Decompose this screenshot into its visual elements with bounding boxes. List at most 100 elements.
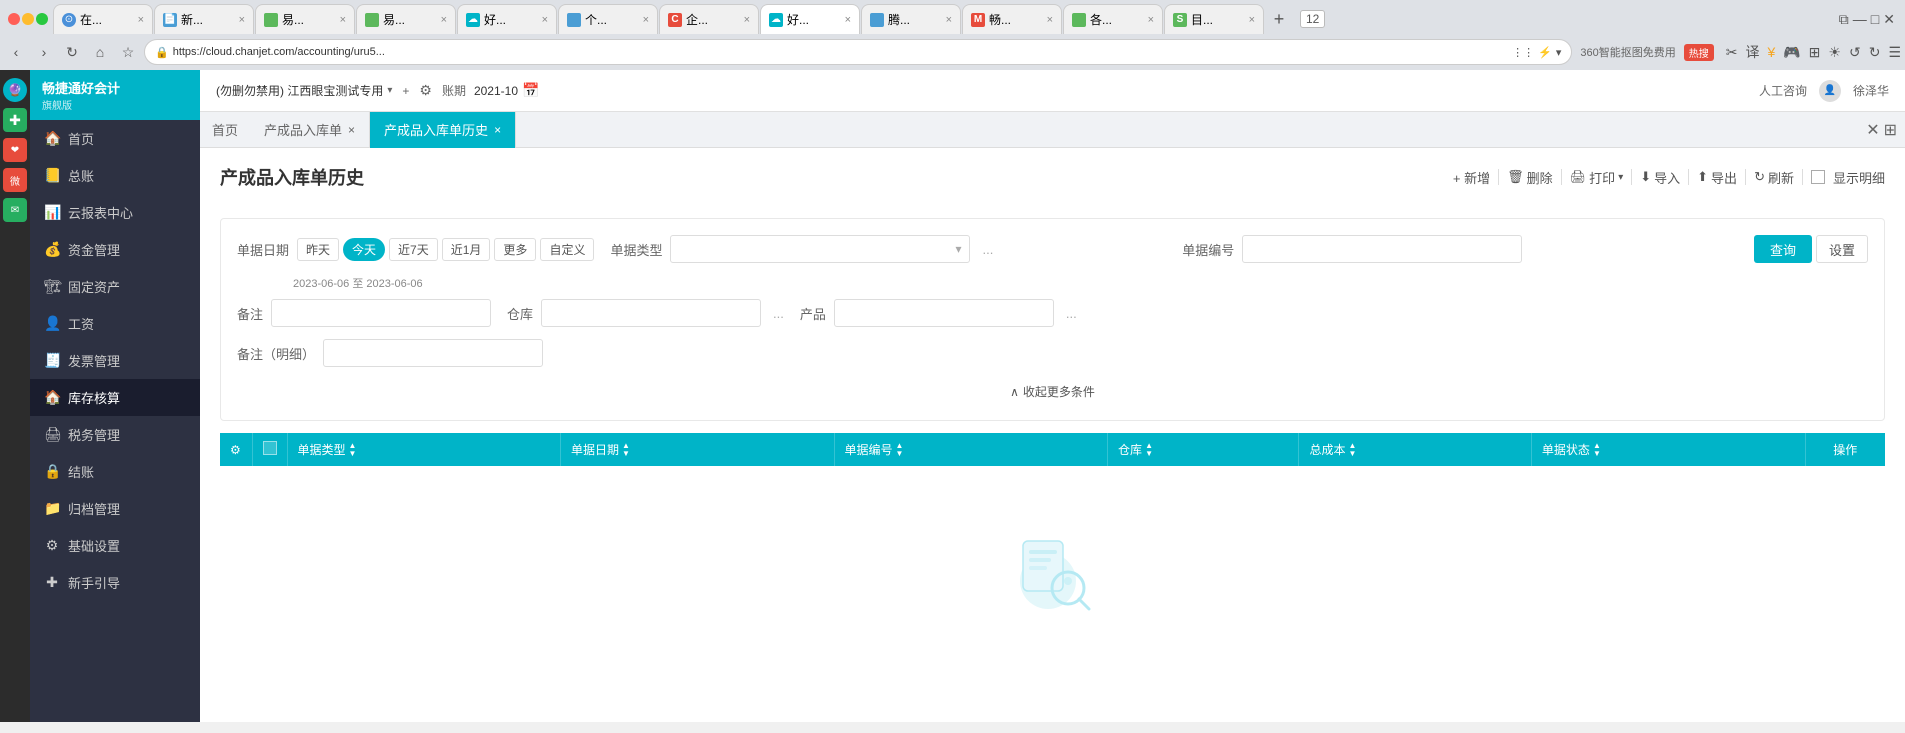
notes-detail-input[interactable] (323, 339, 543, 367)
type-select[interactable]: ▾ (670, 235, 970, 263)
date-yesterday-btn[interactable]: 昨天 (297, 238, 339, 261)
browser-tab-3[interactable]: 易... × (255, 4, 355, 34)
browser-tab-11[interactable]: 各... × (1063, 4, 1163, 34)
add-company-btn[interactable]: + (402, 84, 409, 98)
tab-close-5[interactable]: × (542, 14, 548, 26)
translate-icon[interactable]: 译 (1745, 42, 1759, 62)
ai-consult-btn[interactable]: 人工咨询 (1759, 82, 1807, 99)
th-warehouse[interactable]: 仓库 ▲▼ (1108, 433, 1299, 466)
maximize-icon[interactable]: □ (1871, 11, 1879, 27)
minimize-window-btn[interactable]: − (22, 13, 34, 25)
extension-grid-icon[interactable]: ⋮⋮ (1512, 46, 1534, 59)
tab-history[interactable]: 产成品入库单历史 × (370, 112, 516, 148)
tab-close-7[interactable]: × (744, 14, 750, 26)
sidebar-item-fixed[interactable]: 🏗 固定资产 (30, 268, 200, 305)
scissors-icon[interactable]: ✂ (1726, 44, 1738, 61)
date-more-btn[interactable]: 更多 (494, 238, 536, 261)
breadcrumb-home[interactable]: 首页 (200, 112, 250, 148)
wallet-icon[interactable]: ¥ (1767, 44, 1775, 60)
hot-search-badge[interactable]: 热搜 (1684, 44, 1714, 61)
sort-warehouse[interactable]: 仓库 ▲▼ (1118, 441, 1153, 458)
expand-panel-btn[interactable]: ⊞ (1884, 120, 1897, 140)
url-dropdown-icon[interactable]: ▾ (1556, 46, 1562, 59)
tab-close-6[interactable]: × (643, 14, 649, 26)
tab-close-4[interactable]: × (441, 14, 447, 26)
th-number[interactable]: 单据编号 ▲▼ (834, 433, 1108, 466)
back-btn[interactable]: ‹ (4, 40, 28, 64)
export-btn[interactable]: ⬆ 导出 (1697, 168, 1737, 187)
browser-tab-8[interactable]: ☁ 好... × (760, 4, 860, 34)
delete-btn[interactable]: 🗑 删除 (1507, 168, 1553, 187)
reload-btn[interactable]: ↻ (60, 40, 84, 64)
date-7days-btn[interactable]: 近7天 (389, 238, 438, 261)
browser-tab-7[interactable]: C 企... × (659, 4, 759, 34)
th-checkbox[interactable] (252, 433, 287, 466)
new-tab-btn[interactable]: + (1265, 5, 1293, 33)
date-custom-btn[interactable]: 自定义 (540, 238, 594, 261)
collapse-btn[interactable]: ∧ 收起更多条件 (1010, 383, 1095, 400)
notes-input[interactable] (271, 299, 491, 327)
grid-icon[interactable]: ⊞ (1809, 44, 1821, 61)
th-date[interactable]: 单据日期 ▲▼ (561, 433, 835, 466)
redo-icon[interactable]: ↻ (1869, 44, 1881, 61)
close-panel-btn[interactable]: ✕ (1866, 120, 1879, 140)
import-btn[interactable]: ⬇ 导入 (1640, 168, 1680, 187)
browser-tab-5[interactable]: ☁ 好... × (457, 4, 557, 34)
rail-icon-2[interactable]: ❤ (3, 138, 27, 162)
type-more-btn[interactable]: ... (982, 242, 993, 257)
settings-col-icon[interactable]: ⚙ (230, 443, 241, 457)
select-all-checkbox[interactable] (263, 441, 277, 455)
browser-tab-2[interactable]: 📄 新... × (154, 4, 254, 34)
browser-tab-12[interactable]: S 目... × (1164, 4, 1264, 34)
minimize-icon[interactable]: — (1853, 11, 1867, 27)
close-window-btn[interactable]: ✕ (8, 13, 20, 25)
browser-tab-1[interactable]: ⊙ 在... × (53, 4, 153, 34)
bookmark-btn[interactable]: ☆ (116, 40, 140, 64)
warehouse-more-btn[interactable]: ... (773, 306, 784, 321)
rail-icon-1[interactable]: ✚ (3, 108, 27, 132)
sidebar-item-finance[interactable]: 💰 资金管理 (30, 231, 200, 268)
sidebar-item-payroll[interactable]: 👤 工资 (30, 305, 200, 342)
sidebar-item-invoice[interactable]: 🧾 发票管理 (30, 342, 200, 379)
sidebar-item-newentry[interactable]: ✚ 新手引导 (30, 564, 200, 601)
tab-close-11[interactable]: × (1148, 14, 1154, 26)
show-columns-checkbox[interactable] (1811, 170, 1825, 184)
menu-icon[interactable]: ☰ (1888, 44, 1901, 61)
tab-close-1[interactable]: × (138, 14, 144, 26)
undo-icon[interactable]: ↺ (1849, 44, 1861, 61)
maximize-window-btn[interactable]: □ (36, 13, 48, 25)
refresh-btn[interactable]: ↻ 刷新 (1754, 168, 1794, 187)
sidebar-item-archive[interactable]: 📁 归档管理 (30, 490, 200, 527)
sort-status[interactable]: 单据状态 ▲▼ (1542, 441, 1601, 458)
rail-icon-weibo[interactable]: 微 (3, 168, 27, 192)
calendar-icon[interactable]: 📅 (522, 82, 539, 99)
setting-btn[interactable]: 设置 (1816, 235, 1868, 263)
product-more-btn[interactable]: ... (1066, 306, 1077, 321)
print-btn[interactable]: 🖨 打印 ▾ (1570, 168, 1624, 187)
forward-btn[interactable]: › (32, 40, 56, 64)
tab-close-10[interactable]: × (1047, 14, 1053, 26)
home-btn[interactable]: ⌂ (88, 40, 112, 64)
settings-btn[interactable]: ⚙ (419, 82, 432, 99)
gamepad-icon[interactable]: 🎮 (1783, 44, 1800, 61)
company-selector[interactable]: (勿删勿禁用) 江西眼宝测试专用 ▾ (216, 82, 392, 99)
sort-cost[interactable]: 总成本 ▲▼ (1309, 441, 1356, 458)
sidebar-item-reports[interactable]: 📊 云报表中心 (30, 194, 200, 231)
browser-tab-10[interactable]: M 畅... × (962, 4, 1062, 34)
url-input[interactable]: 🔒 https://cloud.chanjet.com/accounting/u… (144, 39, 1572, 65)
browser-tab-4[interactable]: 易... × (356, 4, 456, 34)
rail-icon-mail[interactable]: ✉ (3, 198, 27, 222)
app-logo-icon[interactable]: 🔮 (3, 78, 27, 102)
th-settings[interactable]: ⚙ (220, 433, 252, 466)
th-status[interactable]: 单据状态 ▲▼ (1531, 433, 1805, 466)
browser-tab-9[interactable]: 腾... × (861, 4, 961, 34)
sidebar-item-basic[interactable]: ⚙ 基础设置 (30, 527, 200, 564)
query-btn[interactable]: 查询 (1754, 235, 1812, 263)
extension-bolt-icon[interactable]: ⚡ (1538, 46, 1552, 59)
warehouse-input[interactable] (541, 299, 761, 327)
sort-number[interactable]: 单据编号 ▲▼ (845, 441, 904, 458)
date-today-btn[interactable]: 今天 (343, 238, 385, 261)
tab-list[interactable]: 产成品入库单 × (250, 112, 370, 148)
product-input[interactable] (834, 299, 1054, 327)
tab-close-8[interactable]: × (845, 14, 851, 26)
